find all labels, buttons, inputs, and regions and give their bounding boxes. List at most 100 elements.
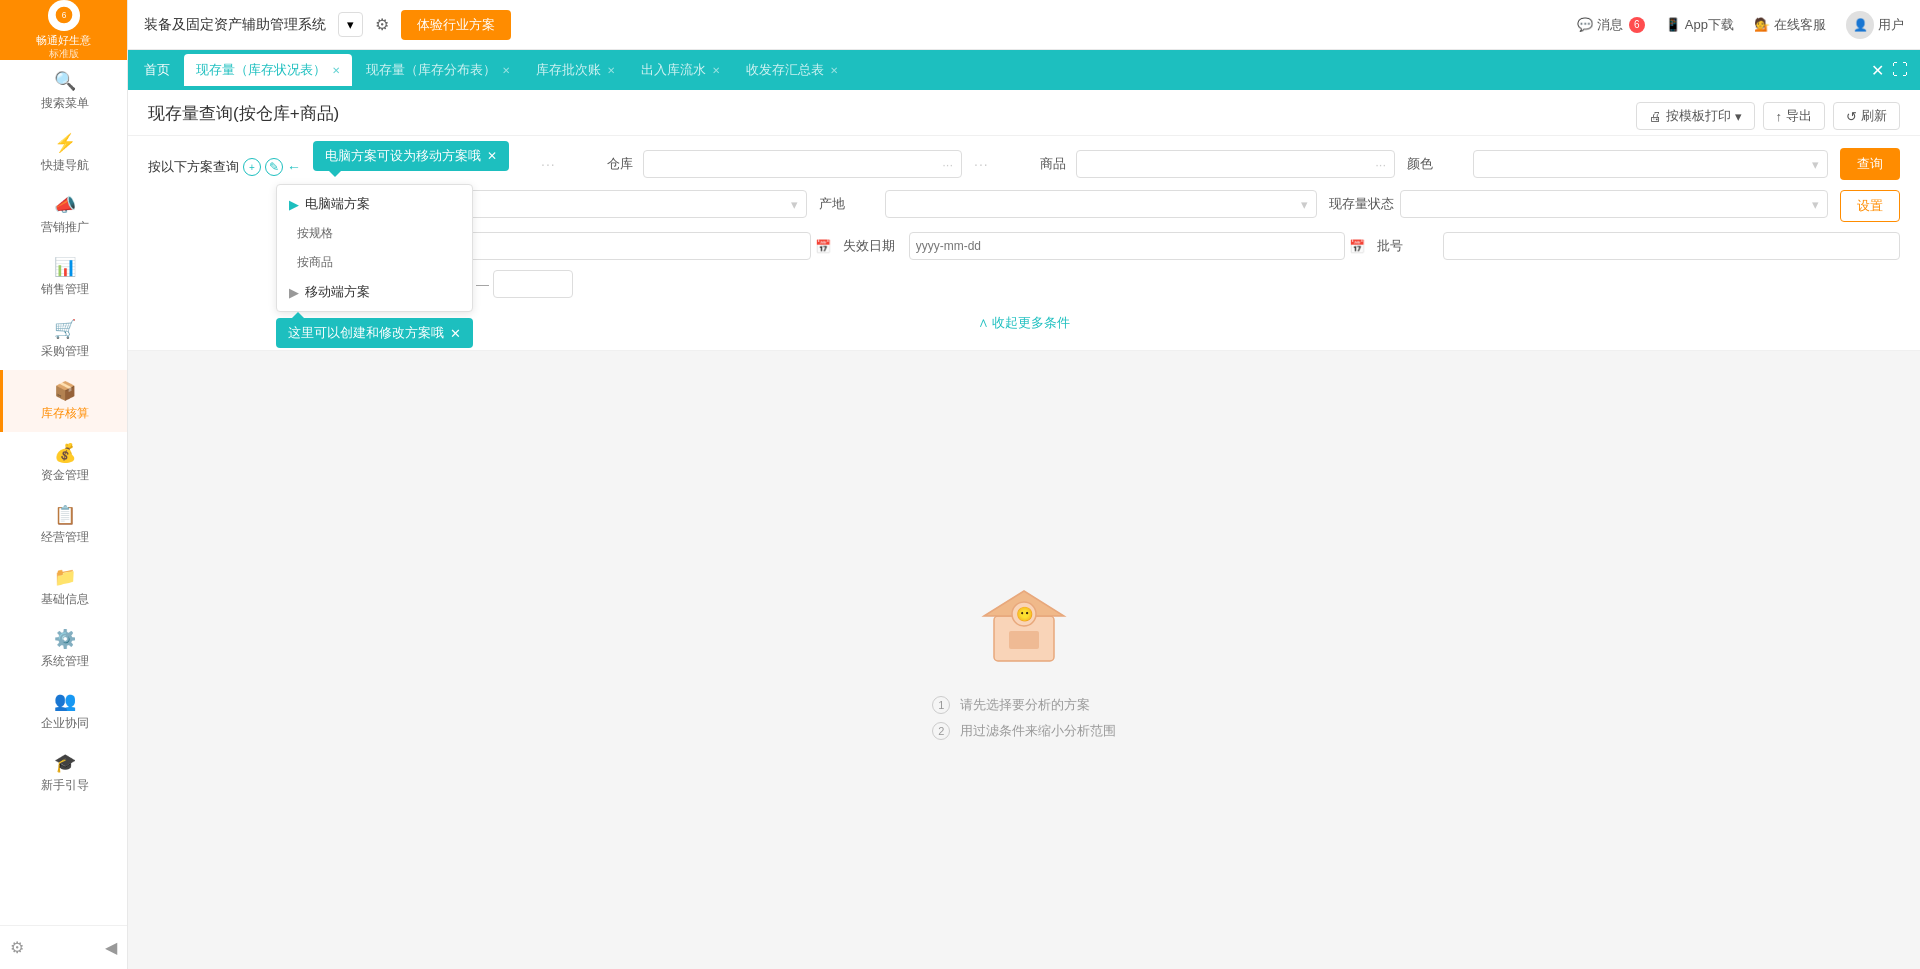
sidebar-label-basicinfo: 基础信息 [41, 591, 89, 608]
nav-icon: ⚡ [54, 132, 76, 154]
warehouse-select[interactable]: ··· [643, 150, 962, 178]
filter-label-text: 按以下方案查询 [148, 158, 239, 176]
collapse-icon: ∧ [978, 315, 989, 330]
message-btn[interactable]: 💬 消息 6 [1577, 16, 1645, 34]
export-btn[interactable]: ↑ 导出 [1763, 102, 1826, 130]
prod-date-calendar-icon[interactable]: 📅 [815, 239, 831, 254]
batch-label: 批号 [1377, 237, 1437, 255]
tab-inventory-dist-label: 现存量（库存分布表） [366, 61, 496, 79]
app-download-label: App下载 [1685, 16, 1734, 34]
edit-scheme-btn[interactable]: ✎ [265, 158, 283, 176]
support-btn[interactable]: 💁 在线客服 [1754, 16, 1826, 34]
user-btn[interactable]: 👤 用户 [1846, 11, 1904, 39]
query-btn[interactable]: 查询 [1840, 148, 1900, 180]
sidebar-settings-icon[interactable]: ⚙ [10, 938, 24, 957]
sidebar-label-finance: 资金管理 [41, 467, 89, 484]
sidebar-item-operations[interactable]: 📋 经营管理 [0, 494, 127, 556]
tab-summary-close[interactable]: ✕ [830, 65, 838, 76]
tab-batch-label: 库存批次账 [536, 61, 601, 79]
sidebar-label-search: 搜索菜单 [41, 95, 89, 112]
app-subtitle: 标准版 [36, 47, 91, 60]
batch-input[interactable] [1443, 232, 1900, 260]
tooltip2-close[interactable]: ✕ [450, 326, 461, 341]
tooltip1-close[interactable]: ✕ [487, 149, 497, 163]
sales-icon: 📊 [54, 256, 76, 278]
scheme-arrow-btn[interactable]: ← [287, 159, 301, 175]
tab-batch-close[interactable]: ✕ [607, 65, 615, 76]
sidebar-item-finance[interactable]: 💰 资金管理 [0, 432, 127, 494]
tab-inout[interactable]: 出入库流水 ✕ [629, 54, 732, 86]
gear-icon[interactable]: ⚙ [375, 15, 389, 34]
scheme-pc[interactable]: ▶ 电脑端方案 [277, 189, 472, 219]
tab-summary[interactable]: 收发存汇总表 ✕ [734, 54, 850, 86]
empty-illustration: 😶 [974, 576, 1074, 676]
add-scheme-btn[interactable]: + [243, 158, 261, 176]
tab-close-all-icon[interactable]: ✕ [1871, 61, 1884, 80]
scheme-sub-1[interactable]: 按规格 [277, 219, 472, 248]
warehouse-dots: ··· [541, 156, 601, 172]
stock-qty-max-input[interactable] [493, 270, 573, 298]
industry-btn[interactable]: 体验行业方案 [401, 10, 511, 40]
warehouse-label: 仓库 [607, 155, 637, 173]
export-icon: ↑ [1776, 109, 1783, 124]
origin-select[interactable]: ▾ [885, 190, 1318, 218]
sidebar-item-collab[interactable]: 👥 企业协同 [0, 680, 127, 742]
sidebar-label-operations: 经营管理 [41, 529, 89, 546]
sidebar-item-sales[interactable]: 📊 销售管理 [0, 246, 127, 308]
operations-icon: 📋 [54, 504, 76, 526]
filter-expiry-date: 失效日期 📅 [843, 232, 1366, 260]
sidebar-item-guide[interactable]: 🎓 新手引导 [0, 742, 127, 804]
sidebar-collapse-btn[interactable]: ◀ [105, 938, 117, 957]
guide-icon: 🎓 [54, 752, 76, 774]
tab-batch[interactable]: 库存批次账 ✕ [524, 54, 627, 86]
tab-home[interactable]: 首页 [132, 54, 182, 86]
support-icon: 💁 [1754, 17, 1770, 32]
sidebar-item-system[interactable]: ⚙️ 系统管理 [0, 618, 127, 680]
expiry-date-calendar-icon[interactable]: 📅 [1349, 239, 1365, 254]
tab-fullscreen-icon[interactable]: ⛶ [1892, 61, 1908, 79]
color-select[interactable]: ▾ [1473, 150, 1828, 178]
app-download-btn[interactable]: 📱 App下载 [1665, 16, 1734, 34]
tab-inventory-status-label: 现存量（库存状况表） [196, 61, 326, 79]
tab-inout-close[interactable]: ✕ [712, 65, 720, 76]
sidebar-item-basicinfo[interactable]: 📁 基础信息 [0, 556, 127, 618]
tab-inventory-status-close[interactable]: ✕ [332, 65, 340, 76]
tab-inventory-dist[interactable]: 现存量（库存分布表） ✕ [354, 54, 522, 86]
sidebar: 6 畅通好生意 标准版 🔍 搜索菜单 ⚡ 快捷导航 📣 营销推广 📊 销售管理 … [0, 0, 128, 969]
expiry-date-input-group: 📅 [909, 232, 1366, 260]
expiry-date-input[interactable] [909, 232, 1346, 260]
sidebar-item-purchase[interactable]: 🛒 采购管理 [0, 308, 127, 370]
main-content: 装备及固定资产辅助管理系统 ▾ ⚙ 体验行业方案 💬 消息 6 📱 App下载 … [128, 0, 1920, 969]
filter-stock-status: 现存量状态 ▾ [1329, 190, 1828, 218]
settings-btn[interactable]: 设置 [1840, 190, 1900, 222]
tab-inventory-status[interactable]: 现存量（库存状况表） ✕ [184, 54, 352, 86]
tooltip2-text: 这里可以创建和修改方案哦 [288, 324, 444, 342]
message-icon: 💬 [1577, 17, 1593, 32]
sub2-label: 按商品 [297, 254, 333, 271]
scheme-sub-2[interactable]: 按商品 [277, 248, 472, 277]
system-title: 装备及固定资产辅助管理系统 [144, 16, 326, 34]
system-dropdown[interactable]: ▾ [338, 12, 363, 37]
scheme-mobile-label: 移动端方案 [305, 283, 370, 301]
refresh-btn[interactable]: ↺ 刷新 [1833, 102, 1900, 130]
origin-label: 产地 [819, 195, 879, 213]
sidebar-item-nav[interactable]: ⚡ 快捷导航 [0, 122, 127, 184]
empty-tips: 1 请先选择要分析的方案 2 用过滤条件来缩小分析范围 [932, 692, 1116, 744]
stock-status-select[interactable]: ▾ [1400, 190, 1828, 218]
tab-summary-label: 收发存汇总表 [746, 61, 824, 79]
tab-home-label: 首页 [144, 61, 170, 79]
sidebar-item-search[interactable]: 🔍 搜索菜单 [0, 60, 127, 122]
scheme-mobile[interactable]: ▶ 移动端方案 [277, 277, 472, 307]
size-arrow: ▾ [791, 197, 798, 212]
support-label: 在线客服 [1774, 16, 1826, 34]
sidebar-item-inventory[interactable]: 📦 库存核算 [0, 370, 127, 432]
print-template-btn[interactable]: 🖨 按模板打印 ▾ [1636, 102, 1755, 130]
product-select[interactable]: ··· [1076, 150, 1395, 178]
collapse-label: 收起更多条件 [992, 315, 1070, 330]
product-arrow: ··· [1375, 157, 1386, 172]
tip2-number: 2 [932, 722, 950, 740]
sidebar-label-inventory: 库存核算 [41, 405, 89, 422]
sidebar-item-marketing[interactable]: 📣 营销推广 [0, 184, 127, 246]
phone-icon: 📱 [1665, 17, 1681, 32]
tab-inventory-dist-close[interactable]: ✕ [502, 65, 510, 76]
